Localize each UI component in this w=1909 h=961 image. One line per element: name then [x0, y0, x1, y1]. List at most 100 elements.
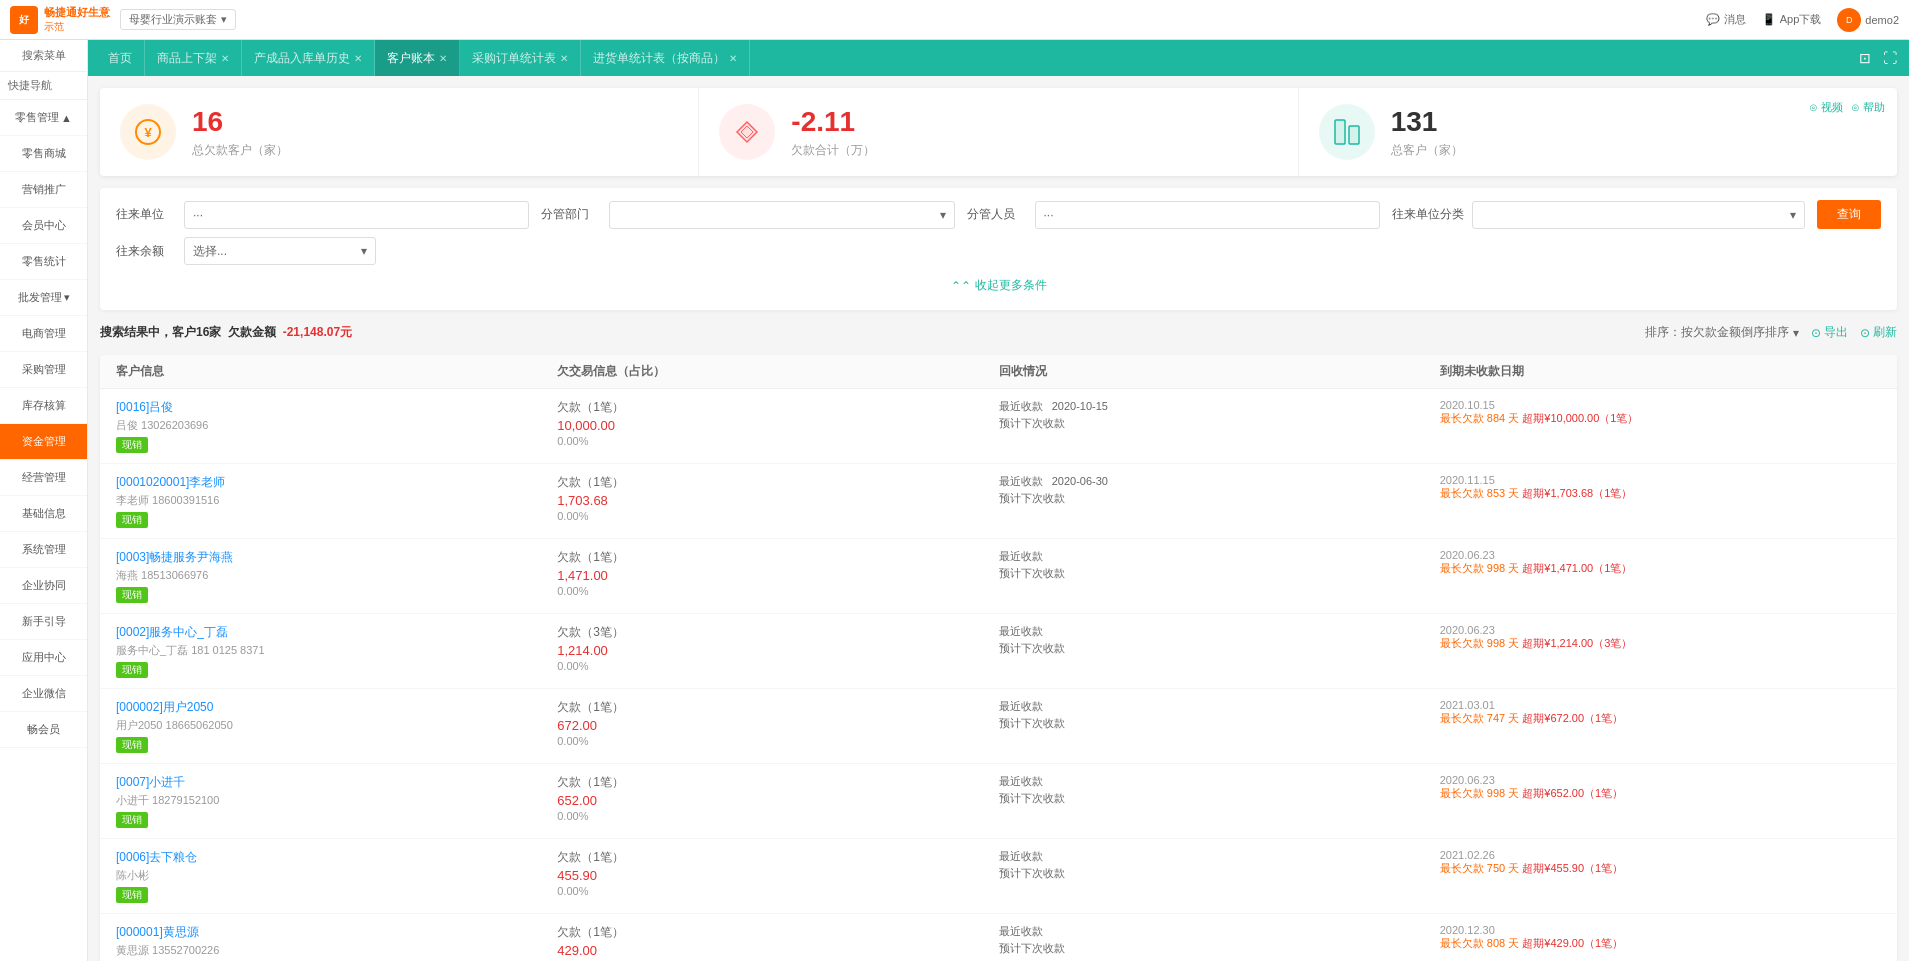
sidebar-item-enterprise[interactable]: 企业协同 [0, 568, 87, 604]
collection-next: 预计下次收款 [999, 716, 1440, 731]
customer-name-link[interactable]: [0016]吕俊 [116, 399, 557, 416]
sidebar-item-system[interactable]: 系统管理 [0, 532, 87, 568]
export-btn[interactable]: ⊙ 导出 [1811, 324, 1848, 341]
chevron-up-icon: ⌃⌃ [951, 279, 971, 293]
customer-name-link[interactable]: [000001]黄思源 [116, 924, 557, 941]
sidebar-item-member[interactable]: 会员中心 [0, 208, 87, 244]
app-download-btn[interactable]: 📱 App下载 [1762, 12, 1822, 27]
balance-select[interactable]: 选择... ▾ [184, 237, 376, 265]
search-button[interactable]: 查询 [1817, 200, 1881, 229]
table-row: [0003]畅捷服务尹海燕 海燕 18513066976 现销 欠款（1笔） 1… [100, 539, 1897, 614]
debt-cell: 欠款（3笔） 1,214.00 0.00% [557, 624, 998, 672]
refresh-btn[interactable]: ⊙ 刷新 [1860, 324, 1897, 341]
svg-rect-4 [1335, 120, 1345, 144]
customer-cell: [0016]吕俊 吕俊 13026203696 现销 [116, 399, 557, 453]
collection-next: 预计下次收款 [999, 941, 1440, 956]
source-unit-input[interactable]: ··· [184, 201, 529, 229]
customer-sub: 小进千 18279152100 [116, 793, 557, 808]
sidebar-item-batch-mgmt[interactable]: 批发管理 ▾ [0, 280, 87, 316]
sidebar-item-marketing[interactable]: 营销推广 [0, 172, 87, 208]
app-name: 畅捷通好生意 [44, 5, 110, 20]
tab-production-history[interactable]: 产成品入库单历史 ✕ [242, 40, 375, 76]
stat-card-debt-amount: -2.11 欠款合计（万） [699, 88, 1298, 176]
sidebar-item-finance[interactable]: 资金管理 [0, 424, 87, 460]
customer-tag: 现销 [116, 437, 148, 453]
tab-product-shelf-close[interactable]: ✕ [221, 53, 229, 64]
collection-cell: 最近收款 2020-10-15 预计下次收款 [999, 399, 1440, 431]
manager-input[interactable]: ··· [1035, 201, 1380, 229]
debt-customers-number: 16 [192, 106, 288, 138]
customer-name-link[interactable]: [0003]畅捷服务尹海燕 [116, 549, 557, 566]
sidebar-item-basic-info[interactable]: 基础信息 [0, 496, 87, 532]
debt-amount: 429.00 [557, 943, 998, 958]
filter-balance: 往来余额 选择... ▾ [116, 237, 376, 265]
tab-customer-close[interactable]: ✕ [439, 53, 447, 64]
th-debt: 欠交易信息（占比） [557, 363, 998, 380]
sidebar-item-app-center[interactable]: 应用中心 [0, 640, 87, 676]
sidebar-item-newbie[interactable]: 新手引导 [0, 604, 87, 640]
video-btn[interactable]: ⊙ 视频 [1809, 100, 1843, 115]
collapse-btn[interactable]: ⌃⌃ 收起更多条件 [116, 273, 1881, 298]
customer-name-link[interactable]: [0001020001]李老师 [116, 474, 557, 491]
store-selector[interactable]: 母婴行业演示账套 ▾ [120, 9, 236, 30]
debt-percent: 0.00% [557, 435, 998, 447]
user-menu[interactable]: D demo2 [1837, 8, 1899, 32]
search-menu[interactable]: 搜索菜单 [0, 40, 87, 72]
tab-home[interactable]: 首页 [96, 40, 145, 76]
overdue-date: 2020.06.23 [1440, 624, 1881, 636]
tab-restore-btn[interactable]: ⊡ [1855, 50, 1875, 66]
customer-tag: 现销 [116, 512, 148, 528]
tab-customer-account[interactable]: 客户账本 ✕ [375, 40, 460, 76]
collection-next: 预计下次收款 [999, 866, 1440, 881]
tab-import-stats-close[interactable]: ✕ [729, 53, 737, 64]
total-customers-info: 131 总客户（家） [1391, 106, 1463, 159]
debt-amount-label: 欠款合计（万） [791, 142, 875, 159]
debt-count: 欠款（1笔） [557, 549, 998, 566]
message-btn[interactable]: 💬 消息 [1706, 12, 1746, 27]
collection-cell: 最近收款 预计下次收款 [999, 849, 1440, 881]
customer-name-link[interactable]: [0006]去下粮仓 [116, 849, 557, 866]
customer-cell: [0002]服务中心_丁磊 服务中心_丁磊 181 0125 8371 现销 [116, 624, 557, 678]
sidebar-item-retail-mgmt[interactable]: 零售管理 ▲ [0, 100, 87, 136]
debt-customers-info: 16 总欠款客户（家） [192, 106, 288, 159]
sidebar-item-inventory[interactable]: 库存核算 [0, 388, 87, 424]
logo-icon: 好 [10, 6, 38, 34]
tab-import-stats[interactable]: 进货单统计表（按商品） ✕ [581, 40, 750, 76]
unit-category-select[interactable]: ▾ [1472, 201, 1805, 229]
sidebar-item-corp-wechat[interactable]: 企业微信 [0, 676, 87, 712]
customer-sub: 李老师 18600391516 [116, 493, 557, 508]
sidebar-item-vip-member[interactable]: 畅会员 [0, 712, 87, 748]
overdue-cell: 2021.03.01 最长欠款 747 天 超期¥672.00（1笔） [1440, 699, 1881, 726]
customer-sub: 用户2050 18665062050 [116, 718, 557, 733]
collection-cell: 最近收款 预计下次收款 [999, 774, 1440, 806]
debt-customers-label: 总欠款客户（家） [192, 142, 288, 159]
tab-home-label: 首页 [108, 50, 132, 67]
filter-row-1: 往来单位 ··· 分管部门 ▾ 分管人员 [116, 200, 1881, 229]
customer-name-link[interactable]: [0002]服务中心_丁磊 [116, 624, 557, 641]
customer-cell: [0007]小进千 小进千 18279152100 现销 [116, 774, 557, 828]
sort-label: 排序：按欠款金额倒序排序 [1645, 324, 1789, 341]
help-btn[interactable]: ⊙ 帮助 [1851, 100, 1885, 115]
sidebar-item-retail-stats[interactable]: 零售统计 [0, 244, 87, 280]
quick-nav[interactable]: 快捷导航 [0, 72, 87, 100]
overdue-days: 最长欠款 808 天 超期¥429.00（1笔） [1440, 936, 1881, 951]
tab-purchase-order-close[interactable]: ✕ [560, 53, 568, 64]
logo-area: 好 畅捷通好生意 示范 [10, 5, 110, 34]
tab-product-shelf[interactable]: 商品上下架 ✕ [145, 40, 242, 76]
customer-tag: 现销 [116, 812, 148, 828]
sidebar-item-ecommerce[interactable]: 电商管理 [0, 316, 87, 352]
debt-amount-info: -2.11 欠款合计（万） [791, 106, 875, 159]
customer-name-link[interactable]: [0007]小进千 [116, 774, 557, 791]
sidebar-item-purchase[interactable]: 采购管理 [0, 352, 87, 388]
customer-name-link[interactable]: [000002]用户2050 [116, 699, 557, 716]
tab-production-close[interactable]: ✕ [354, 53, 362, 64]
sidebar-item-retail-mall[interactable]: 零售商城 [0, 136, 87, 172]
tab-expand-btn[interactable]: ⛶ [1879, 50, 1901, 66]
sidebar-item-business[interactable]: 经营管理 [0, 460, 87, 496]
main-area: 首页 商品上下架 ✕ 产成品入库单历史 ✕ 客户账本 ✕ 采购订单统计表 ✕ 进… [88, 40, 1909, 961]
overdue-days: 最长欠款 998 天 超期¥1,471.00（1笔） [1440, 561, 1881, 576]
sort-select[interactable]: 排序：按欠款金额倒序排序 ▾ [1645, 324, 1799, 341]
dept-select[interactable]: ▾ [609, 201, 954, 229]
table-row: [000001]黄思源 黄思源 13552700226 现销 欠款（1笔） 42… [100, 914, 1897, 961]
tab-purchase-order[interactable]: 采购订单统计表 ✕ [460, 40, 581, 76]
